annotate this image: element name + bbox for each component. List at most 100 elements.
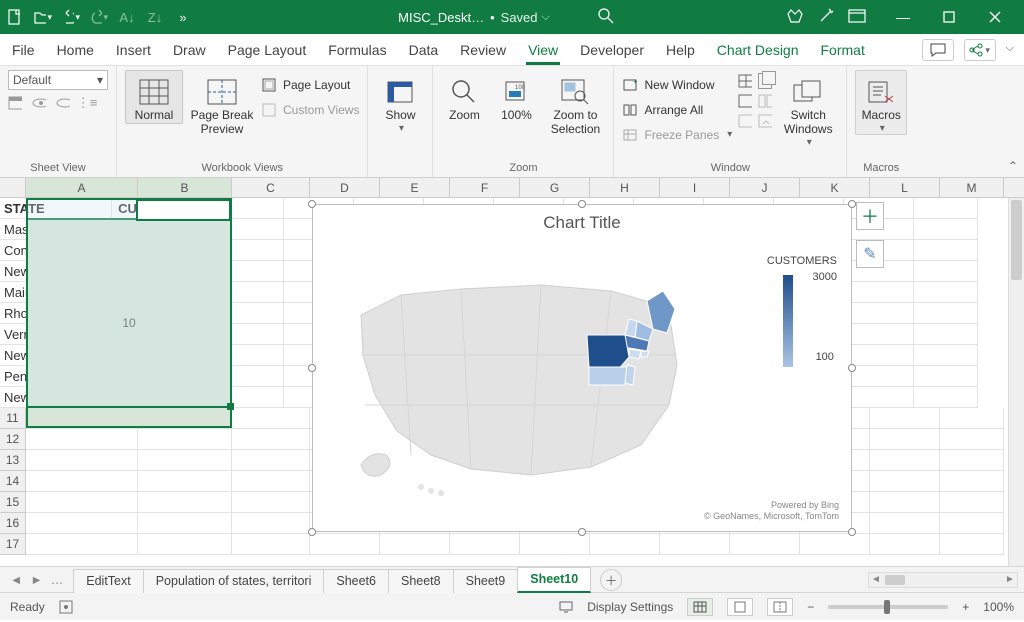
cell[interactable] [870,429,940,450]
vertical-scrollbar[interactable] [1008,198,1024,566]
cell[interactable] [870,450,940,471]
chart-handle[interactable] [848,200,856,208]
page-layout-button[interactable]: Page Layout [261,74,359,95]
cell[interactable] [232,429,310,450]
chart-handle[interactable] [308,364,316,372]
cell[interactable] [380,534,450,555]
chart-handle[interactable] [578,200,586,208]
cell[interactable] [206,345,284,366]
tab-format[interactable]: Format [819,36,867,65]
cell[interactable]: 2000 [112,219,206,240]
sheet-tab[interactable]: EditText [73,569,143,593]
exit-view-icon[interactable] [32,96,46,110]
show-button[interactable]: Show▾ [376,70,424,135]
cell[interactable]: Maine [0,282,112,303]
sheet-tab[interactable]: Sheet9 [453,569,519,593]
cell[interactable] [138,471,232,492]
cell[interactable] [870,534,940,555]
cell[interactable] [26,471,138,492]
close-button[interactable] [972,0,1018,34]
cell[interactable] [940,513,1004,534]
cell[interactable] [26,513,138,534]
col-header-G[interactable]: G [520,178,590,197]
tab-nav-next[interactable]: ► [30,573,42,587]
cell[interactable] [870,408,940,429]
macro-record-icon[interactable] [59,600,73,614]
tab-nav-more[interactable]: … [51,573,64,587]
col-header-E[interactable]: E [380,178,450,197]
search-icon[interactable] [598,8,614,27]
new-window-button[interactable]: +New Window [622,74,732,95]
sheet-tab[interactable]: Sheet8 [388,569,454,593]
row-header[interactable]: 11 [0,408,26,429]
tab-formulas[interactable]: Formulas [326,36,388,65]
cell[interactable] [232,408,310,429]
col-header-K[interactable]: K [800,178,870,197]
hide-icon[interactable] [738,94,752,108]
cell[interactable]: 300 [112,387,206,408]
row-header[interactable]: 15 [0,492,26,513]
display-settings-icon[interactable] [559,600,573,614]
cell[interactable]: Vermont [0,324,112,345]
cell[interactable]: New York [0,345,112,366]
sheet-tab[interactable]: Population of states, territori [143,569,325,593]
cell[interactable] [26,492,138,513]
cell[interactable] [870,492,940,513]
row-header[interactable]: 13 [0,450,26,471]
cell[interactable] [206,387,284,408]
chart-handle[interactable] [308,200,316,208]
row-header[interactable]: 12 [0,429,26,450]
title-dropdown-icon[interactable]: ⌵ [542,11,550,24]
tab-view[interactable]: View [526,36,560,65]
cell[interactable]: 100 [112,303,206,324]
cell[interactable] [138,429,232,450]
zoom-button[interactable]: Zoom [441,70,487,124]
cell[interactable]: 100 [112,240,206,261]
tab-review[interactable]: Review [458,36,508,65]
cell[interactable] [940,429,1004,450]
col-header-I[interactable]: I [660,178,730,197]
sheet-tab[interactable]: Sheet10 [517,567,591,593]
share-button[interactable]: ▾ [964,39,996,61]
cell[interactable]: 200 [112,324,206,345]
cell[interactable] [138,408,232,429]
tab-chart-design[interactable]: Chart Design [715,36,801,65]
col-header-F[interactable]: F [450,178,520,197]
col-header-B[interactable]: B [138,178,232,197]
cell[interactable] [232,534,310,555]
cell[interactable]: 450 [112,366,206,387]
premium-icon[interactable] [786,8,804,27]
macros-button[interactable]: Macros▾ [855,70,907,135]
chart-handle[interactable] [848,528,856,536]
cell[interactable] [940,471,1004,492]
cell[interactable] [844,303,914,324]
select-all-corner[interactable] [0,178,26,197]
tab-help[interactable]: Help [664,36,697,65]
zoom-out-button[interactable]: − [807,600,814,614]
col-header-L[interactable]: L [870,178,940,197]
tab-nav-prev[interactable]: ◄ [10,573,22,587]
cell[interactable] [138,534,232,555]
cell[interactable] [914,303,978,324]
ribbon-options-icon[interactable]: ⌵ [1006,42,1014,59]
cell[interactable] [138,513,232,534]
cell[interactable] [800,534,870,555]
wand-icon[interactable] [818,8,834,27]
cell[interactable] [138,492,232,513]
cell[interactable]: 3000 [112,345,206,366]
cell[interactable] [206,261,284,282]
cell[interactable] [870,513,940,534]
cell[interactable]: 1500 [112,282,206,303]
collapse-ribbon-icon[interactable]: ⌃ [1008,159,1018,173]
cell[interactable] [844,282,914,303]
cell[interactable]: Rhode Island [0,303,112,324]
cell[interactable] [844,345,914,366]
cell[interactable] [914,219,978,240]
row-header[interactable]: 16 [0,513,26,534]
view-options-icon[interactable]: ⋮≡ [80,96,94,110]
cell[interactable]: Connecticut [0,240,112,261]
sort-desc-icon[interactable]: Z↓ [146,8,164,26]
cell[interactable] [844,387,914,408]
zoom-level[interactable]: 100% [983,600,1014,614]
open-folder-icon[interactable]: ▾ [34,8,52,26]
